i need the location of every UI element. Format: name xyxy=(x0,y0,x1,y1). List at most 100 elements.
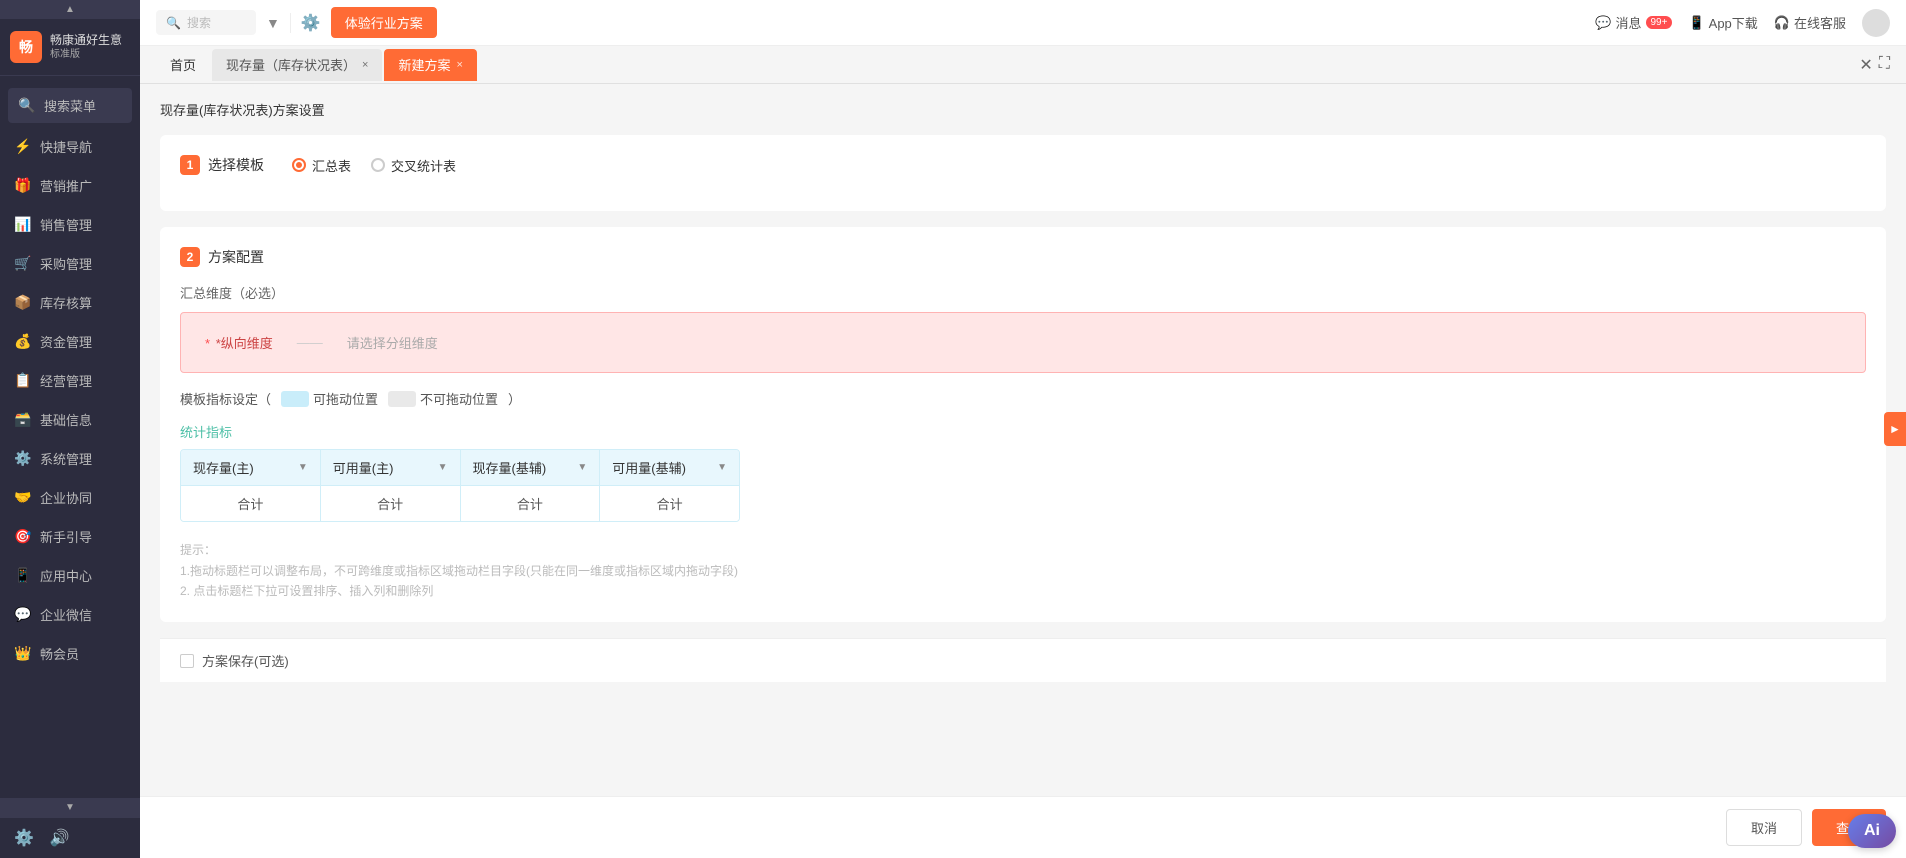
sidebar-item-marketing[interactable]: 🎁 营销推广 xyxy=(0,166,140,205)
sidebar-item-label: 快捷导航 xyxy=(40,137,92,156)
trial-industry-button[interactable]: 体验行业方案 xyxy=(331,7,437,38)
tab-expand-controls: ✕ ⛶ xyxy=(1859,55,1890,75)
wecom-icon: 💬 xyxy=(14,606,32,624)
settings-footer-icon[interactable]: ⚙️ xyxy=(14,828,34,848)
stats-section-label: 统计指标 xyxy=(180,422,1866,441)
stats-header-col-3-dropdown[interactable]: ▼ xyxy=(717,462,727,473)
tab-close-all-icon[interactable]: ✕ xyxy=(1859,55,1872,75)
step1-number: 1 xyxy=(180,155,200,175)
sidebar-item-inventory[interactable]: 📦 库存核算 xyxy=(0,283,140,322)
sidebar-item-operations[interactable]: 📋 经营管理 xyxy=(0,361,140,400)
radio-cross[interactable]: 交叉统计表 xyxy=(371,156,456,175)
sidebar-item-sales[interactable]: 📊 销售管理 xyxy=(0,205,140,244)
sidebar-item-basic[interactable]: 🗃️ 基础信息 xyxy=(0,400,140,439)
draggable-color-box xyxy=(281,391,309,407)
stats-header-col-0[interactable]: 现存量(主) ▼ xyxy=(181,450,321,485)
topbar-divider xyxy=(290,13,291,33)
step1-section: 1 选择模板 汇总表 交叉统计表 xyxy=(160,135,1886,211)
sidebar-item-newguide[interactable]: 🎯 新手引导 xyxy=(0,517,140,556)
basic-icon: 🗃️ xyxy=(14,411,32,429)
tab-new-scheme[interactable]: 新建方案 × xyxy=(384,49,476,81)
stats-header-col-1-label: 可用量(主) xyxy=(333,458,394,477)
indicator-settings: 模板指标设定（ 可拖动位置 不可拖动位置 ） xyxy=(180,389,1866,408)
search-icon: 🔍 xyxy=(18,97,36,115)
gear-icon[interactable]: ⚙️ xyxy=(301,13,321,33)
non-draggable-indicator-tag: 不可拖动位置 xyxy=(388,389,498,408)
sidebar-scroll-down[interactable]: ▼ xyxy=(0,798,140,817)
member-icon: 👑 xyxy=(14,645,32,663)
stats-header-col-0-dropdown[interactable]: ▼ xyxy=(298,462,308,473)
topbar-search[interactable]: 🔍 搜索 xyxy=(156,10,256,35)
stats-header-col-1[interactable]: 可用量(主) ▼ xyxy=(321,450,461,485)
stats-header-col-1-dropdown[interactable]: ▼ xyxy=(438,462,448,473)
dimension-placeholder[interactable]: 请选择分组维度 xyxy=(347,333,438,352)
cancel-button[interactable]: 取消 xyxy=(1726,809,1802,846)
step2-section: 2 方案配置 汇总维度（必选） * *纵向维度 —— 请选择分组维度 模板指标设… xyxy=(160,227,1886,622)
tips-section: 提示： 1.拖动标题栏可以调整布局，不可跨维度或指标区域拖动栏目字段(只能在同一… xyxy=(180,541,1866,599)
sidebar-item-label: 新手引导 xyxy=(40,527,92,546)
sidebar-item-corporate[interactable]: 🤝 企业协同 xyxy=(0,478,140,517)
stats-table: 现存量(主) ▼ 可用量(主) ▼ 现存量(基辅) ▼ 可用量(基辅) ▼ xyxy=(180,449,740,522)
separator: —— xyxy=(297,335,323,350)
page-content: 现存量(库存状况表)方案设置 1 选择模板 汇总表 交叉统计表 xyxy=(140,84,1906,796)
sidebar-search[interactable]: 🔍 搜索菜单 xyxy=(8,88,132,123)
app-download-item[interactable]: 📱 App下载 xyxy=(1688,13,1757,32)
sidebar-item-appcenter[interactable]: 📱 应用中心 xyxy=(0,556,140,595)
ai-button[interactable]: Ai xyxy=(1848,814,1896,848)
step1-label: 1 选择模板 汇总表 交叉统计表 xyxy=(180,155,1866,175)
right-panel-tab[interactable]: ► xyxy=(1884,412,1906,446)
home-tab-label: 首页 xyxy=(170,55,196,74)
save-scheme-checkbox[interactable] xyxy=(180,654,194,668)
tabbar: 首页 现存量（库存状况表） × 新建方案 × ✕ ⛶ xyxy=(140,46,1906,84)
indicator-suffix: ） xyxy=(508,389,521,408)
sidebar-header: 畅 畅康通好生意 标准版 xyxy=(0,19,140,76)
sidebar-item-system[interactable]: ⚙️ 系统管理 xyxy=(0,439,140,478)
page-title: 现存量(库存状况表)方案设置 xyxy=(160,100,1886,119)
sidebar-item-label: 采购管理 xyxy=(40,254,92,273)
message-badge: 99+ xyxy=(1646,16,1673,29)
sidebar-item-member[interactable]: 👑 畅会员 xyxy=(0,634,140,673)
topbar-search-icon: 🔍 xyxy=(166,16,181,30)
sidebar-search-label: 搜索菜单 xyxy=(44,96,96,115)
sidebar-scroll-up[interactable]: ▲ xyxy=(0,0,140,19)
online-service-item[interactable]: 🎧 在线客服 xyxy=(1774,13,1846,32)
appcenter-icon: 📱 xyxy=(14,567,32,585)
topbar-dropdown-icon[interactable]: ▼ xyxy=(266,15,280,31)
topbar-search-placeholder: 搜索 xyxy=(187,14,211,31)
app-title: 畅康通好生意 标准版 xyxy=(50,33,122,62)
sidebar-item-label: 企业微信 xyxy=(40,605,92,624)
stats-header-col-2-dropdown[interactable]: ▼ xyxy=(577,462,587,473)
audio-footer-icon[interactable]: 🔊 xyxy=(50,828,70,848)
indicator-label-text: 模板指标设定（ xyxy=(180,389,271,408)
corporate-icon: 🤝 xyxy=(14,489,32,507)
draggable-indicator-tag: 可拖动位置 xyxy=(281,389,378,408)
step2-label: 2 方案配置 xyxy=(180,247,1866,267)
sidebar-nav: 🔍 搜索菜单 ⚡ 快捷导航 🎁 营销推广 📊 销售管理 🛒 采购管理 📦 库存核… xyxy=(0,76,140,798)
stats-header-col-3-label: 可用量(基辅) xyxy=(612,458,686,477)
tab-new-scheme-close[interactable]: × xyxy=(456,59,462,71)
sidebar-item-wecom[interactable]: 💬 企业微信 xyxy=(0,595,140,634)
user-avatar[interactable] xyxy=(1862,9,1890,37)
sidebar-item-purchase[interactable]: 🛒 采购管理 xyxy=(0,244,140,283)
tab-inventory[interactable]: 现存量（库存状况表） × xyxy=(212,49,382,81)
save-scheme-label: 方案保存(可选) xyxy=(202,651,289,670)
summary-dimension-label: 汇总维度（必选） xyxy=(180,283,1866,302)
operations-icon: 📋 xyxy=(14,372,32,390)
sidebar-item-label: 基础信息 xyxy=(40,410,92,429)
inventory-tab-label: 现存量（库存状况表） xyxy=(226,55,356,74)
stats-header-col-3[interactable]: 可用量(基辅) ▼ xyxy=(600,450,739,485)
radio-summary[interactable]: 汇总表 xyxy=(292,156,351,175)
tab-expand-icon[interactable]: ⛶ xyxy=(1879,55,1890,75)
sidebar-item-quicknav[interactable]: ⚡ 快捷导航 xyxy=(0,127,140,166)
message-item[interactable]: 💬 消息 99+ xyxy=(1595,13,1672,32)
tips-title: 提示： xyxy=(180,541,1866,558)
sidebar-item-label: 企业协同 xyxy=(40,488,92,507)
tab-home[interactable]: 首页 xyxy=(156,49,210,81)
new-scheme-tab-label: 新建方案 xyxy=(398,55,450,74)
purchase-icon: 🛒 xyxy=(14,255,32,273)
sidebar-item-finance[interactable]: 💰 资金管理 xyxy=(0,322,140,361)
tab-inventory-close[interactable]: × xyxy=(362,59,368,71)
app-logo: 畅 xyxy=(10,31,42,63)
stats-header-col-2[interactable]: 现存量(基辅) ▼ xyxy=(461,450,601,485)
sidebar-item-label: 资金管理 xyxy=(40,332,92,351)
